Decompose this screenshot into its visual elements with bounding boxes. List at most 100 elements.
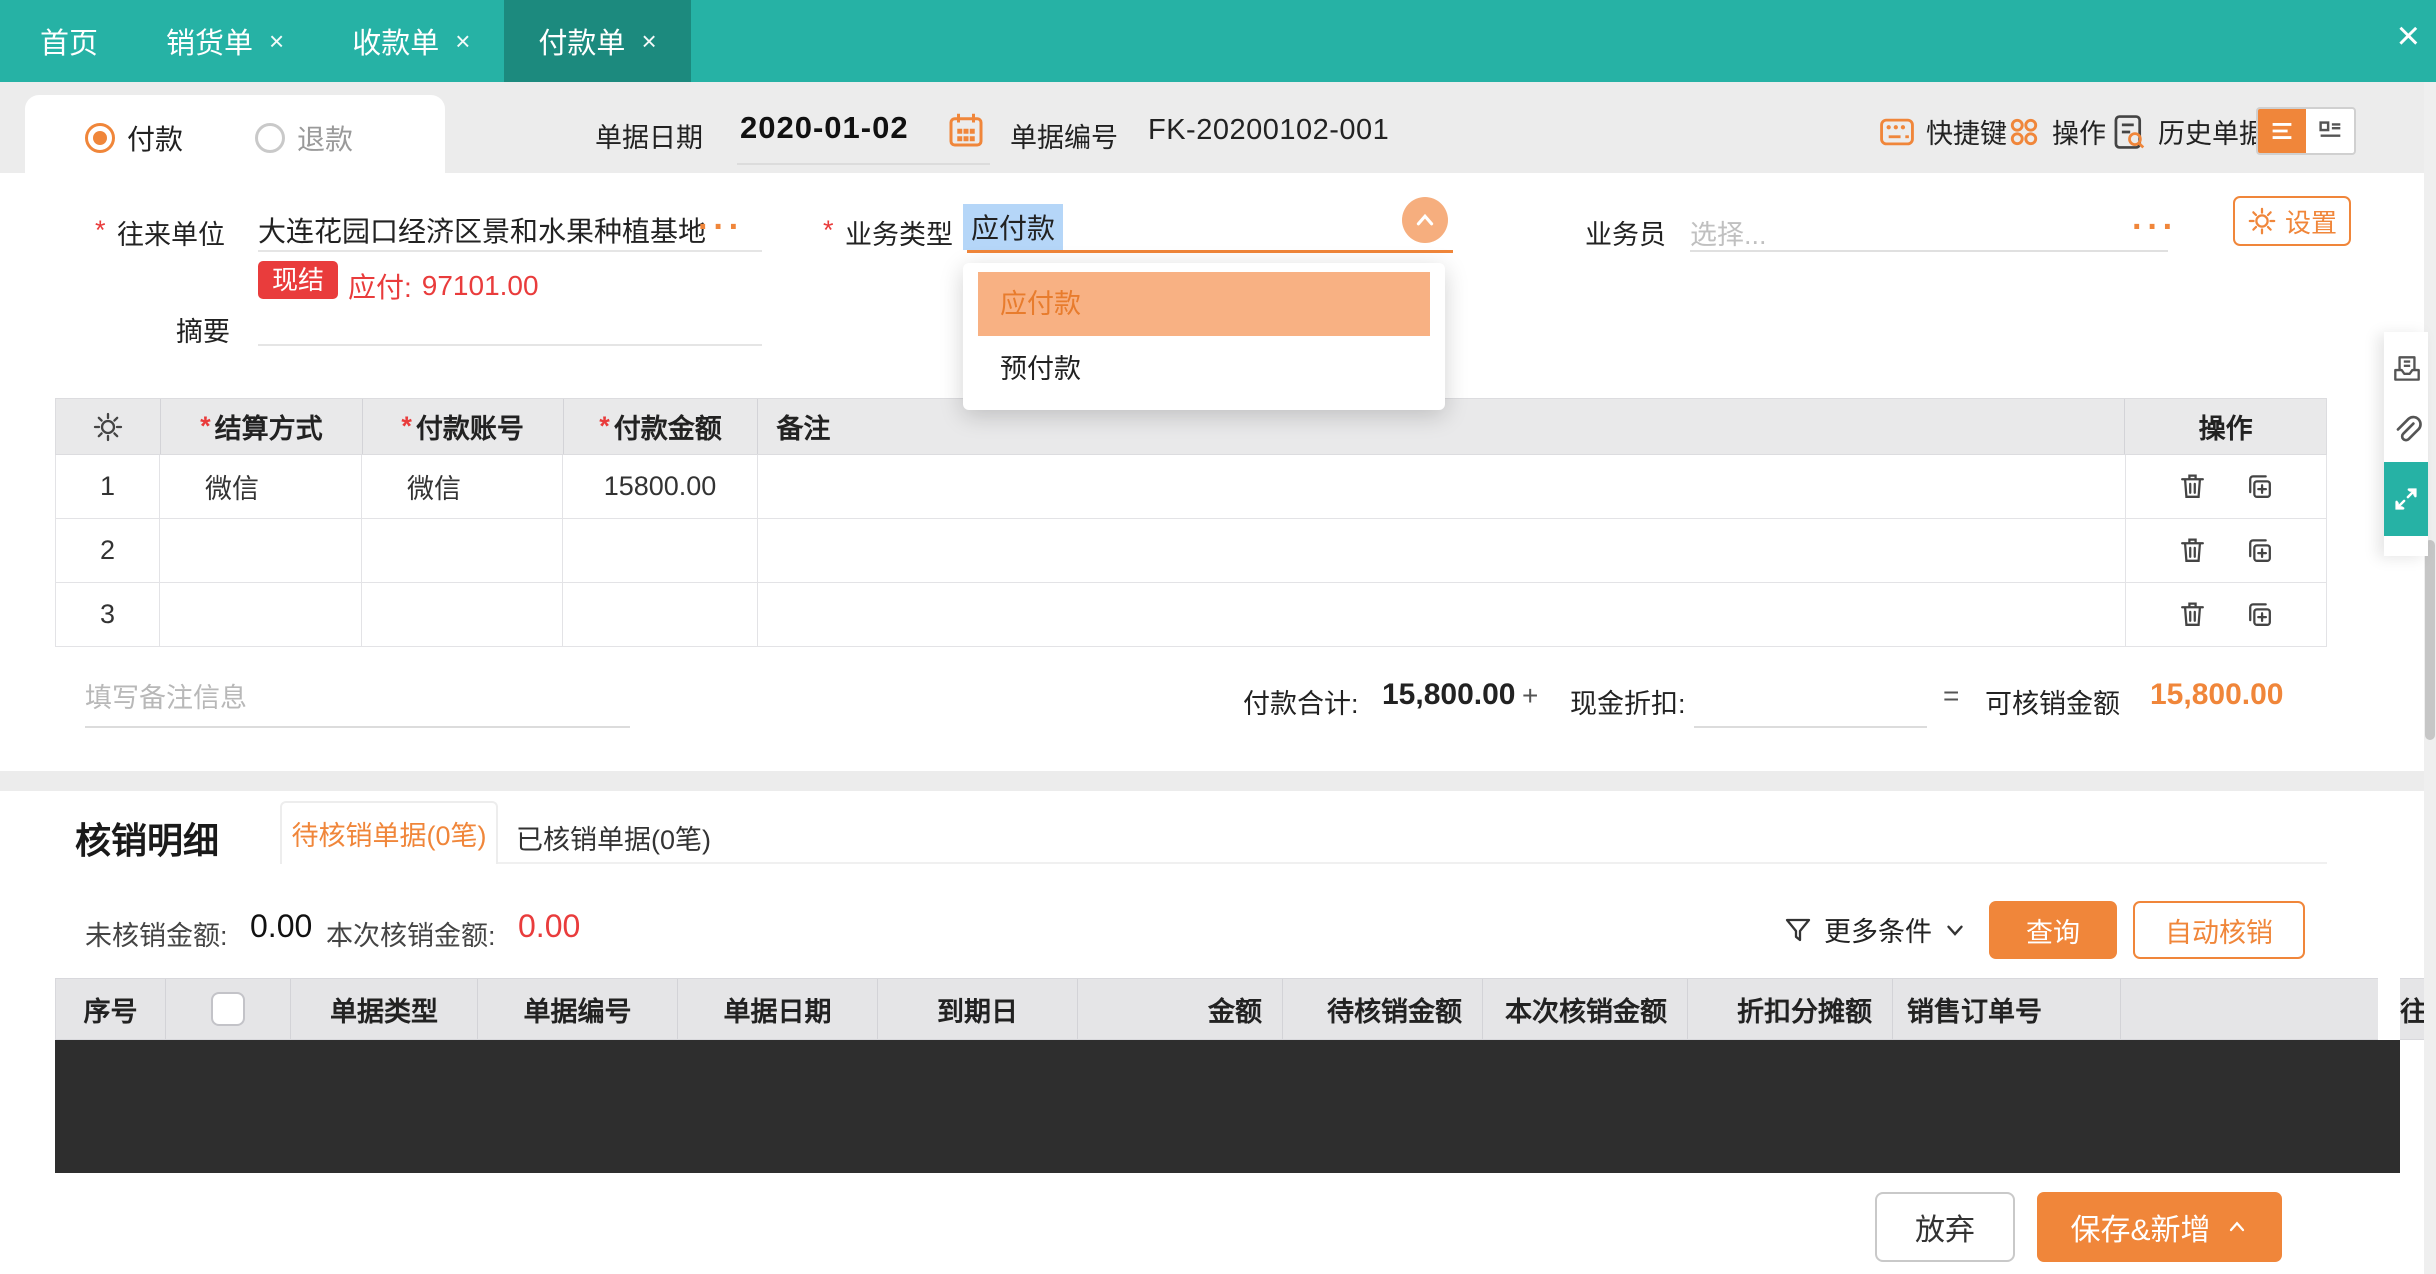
tab-done-writeoff[interactable]: 已核销单据(0笔) <box>516 818 711 857</box>
note-cell[interactable] <box>758 519 2126 583</box>
discount-input[interactable] <box>1694 688 1927 726</box>
salesman-more-icon[interactable]: ··· <box>2132 210 2178 244</box>
row-operations <box>2126 455 2327 519</box>
query-button[interactable]: 查询 <box>1989 901 2117 959</box>
summary-input[interactable] <box>258 300 762 344</box>
account-cell[interactable] <box>362 583 563 647</box>
trash-icon[interactable] <box>2176 598 2209 631</box>
list-view-toggle[interactable] <box>2258 109 2306 153</box>
chevron-up-icon <box>1416 213 1434 226</box>
settings-button[interactable]: 设置 <box>2233 196 2351 246</box>
plus-sign: + <box>1522 680 1539 711</box>
header-doc-no: 单据编号 <box>478 979 678 1039</box>
partner-value[interactable]: 大连花园口经济区景和水果种植基地 <box>258 210 706 250</box>
window-close-icon[interactable]: × <box>2397 14 2420 59</box>
biz-type-value[interactable]: 应付款 <box>963 204 1064 250</box>
trash-icon[interactable] <box>2176 470 2209 503</box>
dropdown-option-prepaid[interactable]: 预付款 <box>978 337 1430 401</box>
doc-no-label: 单据编号 <box>1010 123 1118 153</box>
row-index: 1 <box>55 455 160 519</box>
view-toggle <box>2256 107 2356 155</box>
partner-more-icon[interactable]: ··· <box>698 210 744 244</box>
header-amount: 金额 <box>1078 979 1283 1039</box>
collapse-dropdown-button[interactable] <box>1402 197 1448 243</box>
tab-receipt[interactable]: 收款单 × <box>318 0 504 82</box>
writeoff-amount-label: 可核销金额 <box>1985 689 2120 719</box>
radio-refund[interactable]: 退款 <box>255 118 353 158</box>
amount-cell[interactable] <box>563 583 758 647</box>
keyboard-shortcut-icon <box>1878 113 1916 151</box>
header-sales-order-no: 销售订单号 <box>1893 979 2121 1039</box>
writeoff-amount-value: 15,800.00 <box>2150 678 2284 711</box>
writeoff-table-header: 序号 单据类型 单据编号 单据日期 到期日 金额 待核销金额 本次核销金额 折扣… <box>55 978 2436 1040</box>
header-scroll-gap <box>2378 978 2400 1040</box>
account-cell[interactable]: 微信 <box>362 455 563 519</box>
salesman-underline <box>1690 250 2168 252</box>
required-mark: * <box>823 215 834 245</box>
header-doc-date: 单据日期 <box>678 979 878 1039</box>
tab-sales-order[interactable]: 销货单 × <box>132 0 318 82</box>
attachment-icon[interactable] <box>2390 414 2424 448</box>
more-filters-button[interactable]: 更多条件 <box>1782 910 1968 949</box>
tab-payment[interactable]: 付款单 × <box>504 0 691 82</box>
settlement-cell[interactable] <box>160 519 362 583</box>
tab-pending-writeoff[interactable]: 待核销单据(0笔) <box>280 801 498 864</box>
copy-add-icon[interactable] <box>2243 534 2276 567</box>
required-mark: * <box>95 215 106 245</box>
payment-row-3: 3 <box>55 583 2327 647</box>
shortcut-keys-button[interactable]: 快捷键 <box>1878 112 2007 151</box>
doc-date-value[interactable]: 2020-01-02 <box>740 110 909 146</box>
dropdown-option-payable[interactable]: 应付款 <box>978 272 1430 336</box>
settlement-cell[interactable] <box>160 583 362 647</box>
save-and-new-button[interactable]: 保存&新增 <box>2037 1192 2282 1262</box>
column-settings-gear[interactable] <box>56 399 161 454</box>
card-view-toggle[interactable] <box>2306 109 2354 153</box>
header-settlement[interactable]: * 结算方式 <box>161 399 363 454</box>
tab-close-icon[interactable]: × <box>641 26 656 57</box>
note-cell[interactable] <box>758 455 2126 519</box>
amount-cell[interactable] <box>563 519 758 583</box>
operations-button[interactable]: 操作 <box>2006 112 2106 151</box>
grid-dots-icon <box>2006 114 2042 150</box>
copy-add-icon[interactable] <box>2243 598 2276 631</box>
tab-home[interactable]: 首页 <box>6 0 132 82</box>
header-operations: 操作 <box>2198 414 2253 444</box>
biz-type-underline <box>967 250 1453 253</box>
amount-cell[interactable]: 15800.00 <box>563 455 758 519</box>
trash-icon[interactable] <box>2176 534 2209 567</box>
scrollbar-thumb[interactable] <box>2425 540 2435 740</box>
row-operations <box>2126 583 2327 647</box>
gear-icon <box>93 412 123 441</box>
settle-badge: 现结 <box>258 261 339 299</box>
note-underline <box>85 726 630 728</box>
calendar-icon[interactable] <box>946 110 986 150</box>
cancel-button[interactable]: 放弃 <box>1875 1192 2015 1262</box>
expand-button[interactable] <box>2384 462 2428 536</box>
filter-funnel-icon <box>1785 918 1811 941</box>
current-writeoff-label: 本次核销金额: <box>326 921 496 951</box>
equals-sign: = <box>1943 680 1960 711</box>
tab-close-icon[interactable]: × <box>269 26 284 57</box>
row-index: 3 <box>55 583 160 647</box>
note-cell[interactable] <box>758 583 2126 647</box>
chevron-up-icon <box>2229 1221 2244 1232</box>
header-select-all <box>166 979 291 1039</box>
tab-close-icon[interactable]: × <box>455 26 470 57</box>
header-account[interactable]: * 付款账号 <box>363 399 564 454</box>
account-cell[interactable] <box>362 519 563 583</box>
radio-payment[interactable]: 付款 <box>85 118 183 158</box>
header-doc-type: 单据类型 <box>291 979 478 1039</box>
unwritten-value: 0.00 <box>250 908 313 944</box>
note-input[interactable]: 填写备注信息 <box>85 676 247 715</box>
settlement-cell[interactable]: 微信 <box>160 455 362 519</box>
copy-add-icon[interactable] <box>2243 470 2276 503</box>
print-inbox-icon[interactable] <box>2390 352 2424 386</box>
auto-writeoff-button[interactable]: 自动核销 <box>2133 901 2305 959</box>
select-all-checkbox[interactable] <box>211 992 245 1026</box>
header-amount[interactable]: * 付款金额 <box>564 399 759 454</box>
history-docs-button[interactable]: 历史单据 <box>2110 112 2266 151</box>
history-doc-icon <box>2110 113 2148 151</box>
doc-no-value: FK-20200102-001 <box>1148 114 1390 146</box>
salesman-input[interactable]: 选择... <box>1690 213 1767 252</box>
discount-label: 现金折扣: <box>1570 689 1686 719</box>
